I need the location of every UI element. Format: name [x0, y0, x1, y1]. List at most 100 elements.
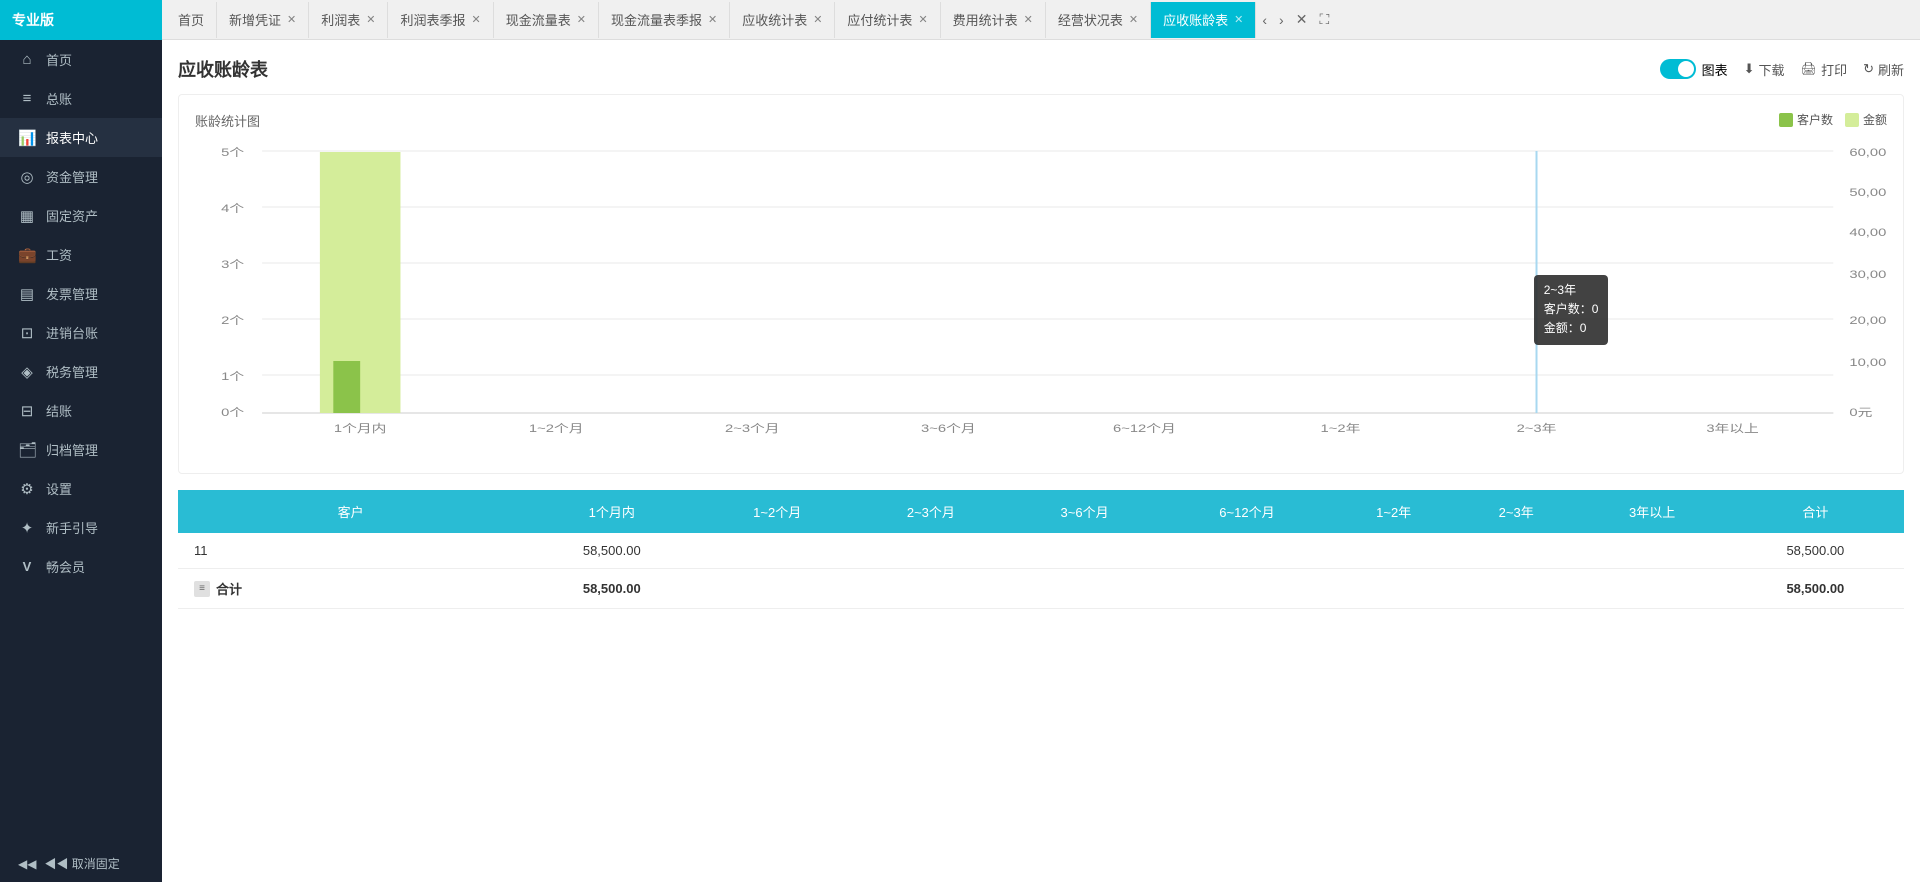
close-tab-cashflow[interactable]: ✕: [577, 13, 586, 26]
row-m1: 58,500.00: [523, 533, 700, 569]
chart-container: 账龄统计图 客户数 金额 5个 4个 3个 2个 1个 0个: [178, 94, 1904, 474]
sidebar-item-purchase[interactable]: ⊡ 进销台账: [0, 313, 162, 352]
tab-nav-prev[interactable]: ‹: [1256, 2, 1273, 38]
legend-amount-dot: [1845, 113, 1859, 127]
home-icon: ⌂: [18, 51, 36, 68]
total-y1-2: [1332, 569, 1455, 609]
tab-profit-quarterly[interactable]: 利润表季报 ✕: [388, 2, 493, 38]
svg-text:3~6个月: 3~6个月: [921, 422, 976, 435]
total-m3-6: [1008, 569, 1162, 609]
col-m1: 1个月内: [523, 490, 700, 533]
svg-text:2个: 2个: [221, 314, 244, 327]
svg-text:1~2个月: 1~2个月: [529, 422, 584, 435]
total-label: ≡ 合计: [178, 569, 523, 608]
sidebar-collapse-btn[interactable]: ◀◀ ◀◀ 取消固定: [0, 845, 162, 882]
tab-bar: 首页 新增凭证 ✕ 利润表 ✕ 利润表季报 ✕ 现金流量表 ✕ 现金流量表季报 …: [162, 0, 1920, 40]
tab-cashflow-quarterly[interactable]: 现金流量表季报 ✕: [599, 2, 730, 38]
reports-icon: 📊: [18, 129, 36, 147]
sidebar-item-assets[interactable]: ▦ 固定资产: [0, 196, 162, 235]
svg-text:4个: 4个: [221, 202, 244, 215]
close-tab-voucher[interactable]: ✕: [287, 13, 296, 26]
tab-cashflow[interactable]: 现金流量表 ✕: [494, 2, 599, 38]
row-customer: 11: [178, 533, 523, 569]
close-tab-payable-stats[interactable]: ✕: [918, 13, 927, 26]
tab-payable-stats[interactable]: 应付统计表 ✕: [835, 2, 940, 38]
sidebar-item-vip[interactable]: V 畅会员: [0, 547, 162, 586]
sidebar-item-close[interactable]: ⊟ 结账: [0, 391, 162, 430]
tab-operation[interactable]: 经营状况表 ✕: [1046, 2, 1151, 38]
purchase-icon: ⊡: [18, 324, 36, 342]
row-y2-3: [1455, 533, 1578, 569]
gear-icon: ⚙: [18, 480, 36, 498]
total-y2-3: [1455, 569, 1578, 609]
svg-text:1~2年: 1~2年: [1321, 422, 1361, 435]
legend-customer-dot: [1779, 113, 1793, 127]
header-actions: 图表 ⬇ 下载 🖨 打印 ↻ 刷新: [1660, 59, 1904, 79]
total-m2-3: [854, 569, 1008, 609]
table-header-row: 客户 1个月内 1~2个月 2~3个月 3~6个月 6~12个月 1~2年 2~…: [178, 490, 1904, 533]
close-tab-receivable-stats[interactable]: ✕: [813, 13, 822, 26]
collapse-icon: ◀◀: [18, 857, 36, 871]
sidebar-item-reports[interactable]: 📊 报表中心: [0, 118, 162, 157]
svg-text:0元: 0元: [1849, 406, 1872, 419]
sidebar-item-invoice[interactable]: ▤ 发票管理: [0, 274, 162, 313]
sidebar-item-home[interactable]: ⌂ 首页: [0, 40, 162, 79]
page-header: 应收账龄表 图表 ⬇ 下载 🖨 打印 ↻ 刷新: [178, 56, 1904, 82]
col-y2-3: 2~3年: [1455, 490, 1578, 533]
print-button[interactable]: 🖨 打印: [1801, 60, 1848, 79]
svg-text:20,000.00元: 20,000.00元: [1849, 314, 1887, 327]
svg-text:10,000.00元: 10,000.00元: [1849, 356, 1887, 369]
invoice-icon: ▤: [18, 285, 36, 303]
aging-table: 客户 1个月内 1~2个月 2~3个月 3~6个月 6~12个月 1~2年 2~…: [178, 490, 1904, 609]
close-tab-cashflow-quarterly[interactable]: ✕: [708, 13, 717, 26]
funds-icon: ◎: [18, 168, 36, 186]
tab-receivable-stats[interactable]: 应收统计表 ✕: [730, 2, 835, 38]
col-y1-2: 1~2年: [1332, 490, 1455, 533]
svg-text:3年以上: 3年以上: [1706, 422, 1759, 435]
download-icon: ⬇: [1744, 61, 1755, 77]
total-m1-2: [700, 569, 854, 609]
ledger-icon: ≡: [18, 90, 36, 107]
svg-text:2~3个月: 2~3个月: [725, 422, 780, 435]
tab-aging[interactable]: 应收账龄表 ✕: [1151, 2, 1256, 38]
svg-text:3个: 3个: [221, 258, 244, 271]
refresh-button[interactable]: ↻ 刷新: [1863, 60, 1904, 79]
assets-icon: ▦: [18, 207, 36, 225]
sidebar-item-tax[interactable]: ◈ 税务管理: [0, 352, 162, 391]
tab-voucher[interactable]: 新增凭证 ✕: [217, 2, 309, 38]
close-tab-expense-stats[interactable]: ✕: [1024, 13, 1033, 26]
col-m6-12: 6~12个月: [1161, 490, 1332, 533]
tab-profit[interactable]: 利润表 ✕: [309, 2, 388, 38]
svg-text:2~3年: 2~3年: [1517, 422, 1557, 435]
tab-nav-next[interactable]: ›: [1273, 2, 1290, 38]
salary-icon: 💼: [18, 246, 36, 264]
tab-home[interactable]: 首页: [166, 2, 217, 38]
sidebar: 专业版 ⌂ 首页 ≡ 总账 📊 报表中心 ◎ 资金管理 ▦ 固定资产 💼 工资 …: [0, 0, 162, 882]
chart-toggle-container[interactable]: 图表: [1660, 59, 1728, 79]
total-y3: [1577, 569, 1726, 609]
sidebar-item-ledger[interactable]: ≡ 总账: [0, 79, 162, 118]
close-tab-aging[interactable]: ✕: [1234, 13, 1243, 26]
close-tab-profit-quarterly[interactable]: ✕: [472, 13, 481, 26]
tab-expense-stats[interactable]: 费用统计表 ✕: [941, 2, 1046, 38]
row-y1-2: [1332, 533, 1455, 569]
svg-text:50,000.00元: 50,000.00元: [1849, 186, 1887, 199]
row-m6-12: [1161, 533, 1332, 569]
chart-toggle[interactable]: [1660, 59, 1696, 79]
table-row: 11 58,500.00 58,500.00: [178, 533, 1904, 569]
close-tab-profit[interactable]: ✕: [366, 13, 375, 26]
sidebar-item-guide[interactable]: ✦ 新手引导: [0, 508, 162, 547]
tab-close-all[interactable]: ✕: [1290, 2, 1314, 38]
download-button[interactable]: ⬇ 下载: [1744, 60, 1785, 79]
row-y3: [1577, 533, 1726, 569]
sidebar-item-settings[interactable]: ⚙ 设置: [0, 469, 162, 508]
tab-expand[interactable]: ⛶: [1313, 2, 1335, 38]
svg-text:1个月内: 1个月内: [334, 422, 387, 435]
sidebar-item-archive[interactable]: 🗂 归档管理: [0, 430, 162, 469]
refresh-icon: ↻: [1863, 61, 1874, 77]
sidebar-item-funds[interactable]: ◎ 资金管理: [0, 157, 162, 196]
sidebar-item-salary[interactable]: 💼 工资: [0, 235, 162, 274]
close-tab-operation[interactable]: ✕: [1129, 13, 1138, 26]
total-total: 58,500.00: [1727, 569, 1904, 609]
svg-text:40,000.00元: 40,000.00元: [1849, 226, 1887, 239]
